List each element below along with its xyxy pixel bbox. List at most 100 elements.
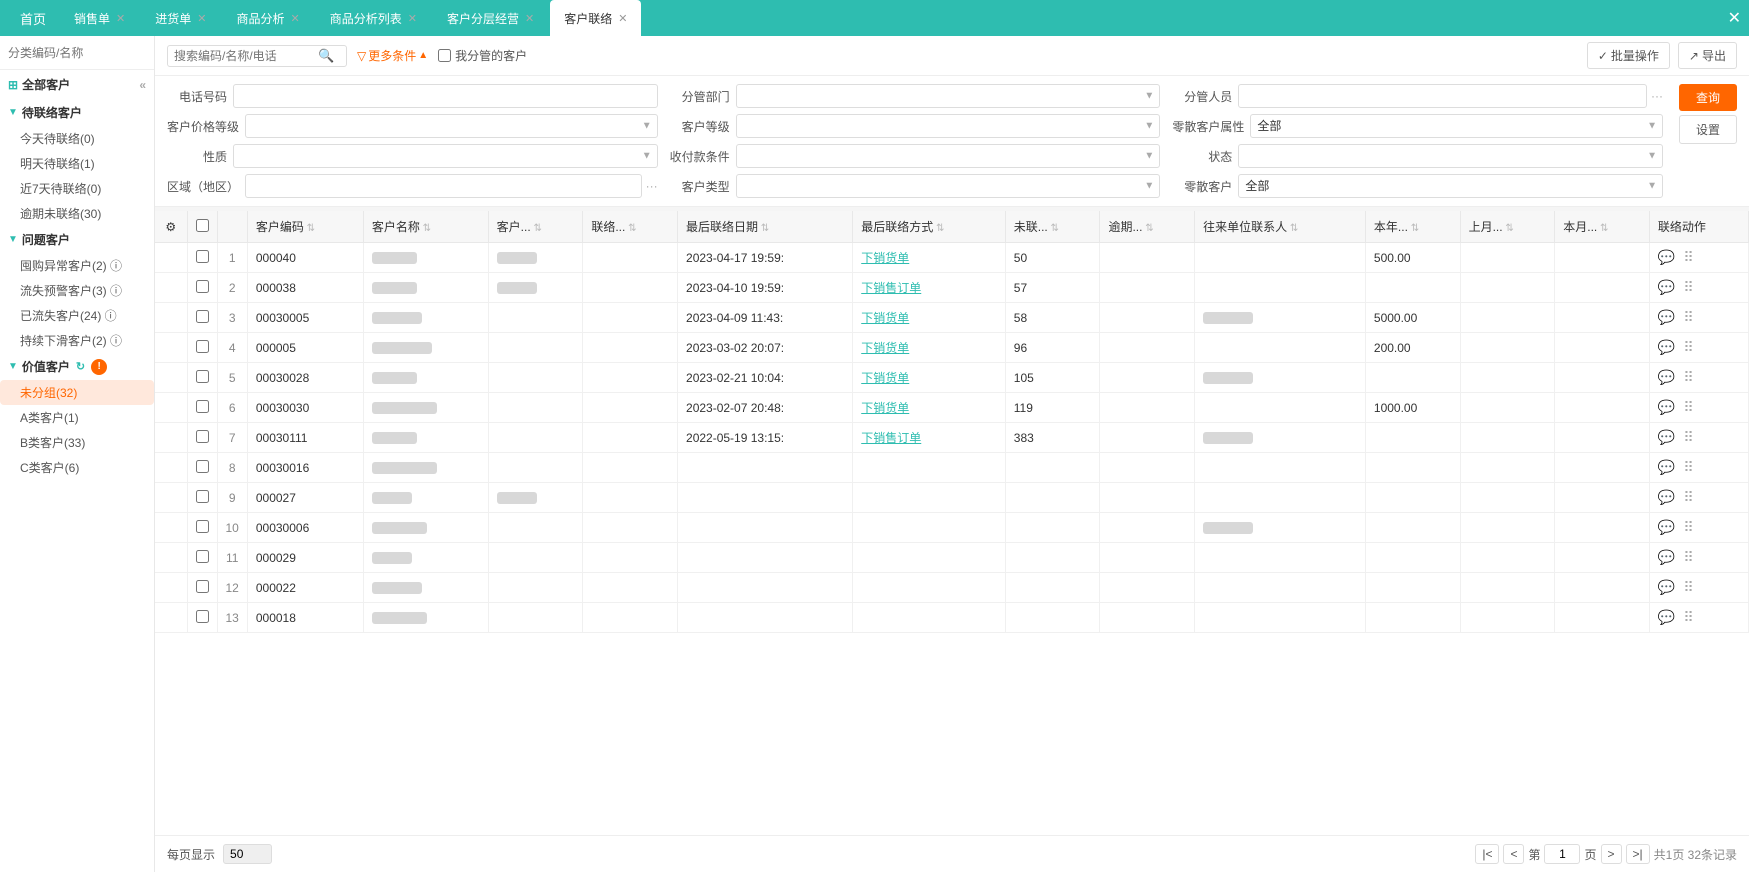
th-last-month[interactable]: 上月... [1460,211,1555,243]
close-sales-tab[interactable]: ✕ [116,12,125,25]
page-number-input[interactable] [1544,844,1580,864]
contact-method-link[interactable]: 下销货单 [861,341,909,355]
contact-method-link[interactable]: 下销售订单 [861,281,921,295]
th-type[interactable]: 客户... [488,211,583,243]
more-action-icon[interactable]: ⠿ [1683,429,1693,446]
row-checkbox[interactable] [196,580,209,593]
th-last-contact-method[interactable]: 最后联络方式 [853,211,1006,243]
more-action-icon[interactable]: ⠿ [1683,519,1693,536]
sidebar-item-churn-warning[interactable]: 流失预警客户(3) ⓘ [0,278,154,303]
query-btn[interactable]: 查询 [1679,84,1737,111]
th-last-contact-date[interactable]: 最后联络日期 [678,211,853,243]
phone-action-icon[interactable]: 💬 [1658,249,1675,266]
per-page-select[interactable]: 10 20 50 100 [223,844,272,864]
sidebar-item-overdue[interactable]: 逾期未联络(30) [0,201,154,226]
sidebar-item-7days[interactable]: 近7天待联络(0) [0,176,154,201]
more-conditions-btn[interactable]: ▽ 更多条件 ▲ [357,47,428,64]
more-action-icon[interactable]: ⠿ [1683,309,1693,326]
more-action-icon[interactable]: ⠿ [1683,399,1693,416]
phone-action-icon[interactable]: 💬 [1658,399,1675,416]
retail-cust-select[interactable]: 全部 [1238,174,1663,198]
person-ellipsis[interactable]: ··· [1651,89,1663,103]
th-no-contact[interactable]: 未联... [1005,211,1100,243]
close-analysis-tab[interactable]: ✕ [291,12,300,25]
phone-action-icon[interactable]: 💬 [1658,279,1675,296]
sidebar-item-declining[interactable]: 持续下滑客户(2) ⓘ [0,328,154,353]
tab-customer-contact[interactable]: 客户联络 ✕ [550,0,641,36]
select-all-checkbox[interactable] [196,219,209,232]
sidebar-collapse-btn[interactable]: « [139,78,146,92]
person-input[interactable] [1238,84,1647,108]
more-action-icon[interactable]: ⠿ [1683,489,1693,506]
payment-select[interactable] [736,144,1161,168]
th-code[interactable]: 客户编码 [247,211,363,243]
region-ellipsis[interactable]: ··· [646,179,658,193]
more-action-icon[interactable]: ⠿ [1683,459,1693,476]
row-checkbox[interactable] [196,250,209,263]
nature-select[interactable] [233,144,658,168]
tab-purchase[interactable]: 进货单 ✕ [141,0,220,36]
phone-action-icon[interactable]: 💬 [1658,339,1675,356]
sidebar-item-class-a[interactable]: A类客户(1) [0,405,154,430]
price-grade-select[interactable] [245,114,658,138]
row-checkbox[interactable] [196,340,209,353]
cust-grade-select[interactable] [736,114,1161,138]
phone-action-icon[interactable]: 💬 [1658,609,1675,626]
contact-method-link[interactable]: 下销售订单 [861,431,921,445]
phone-action-icon[interactable]: 💬 [1658,369,1675,386]
sidebar-item-unclassified[interactable]: 未分组(32) [0,380,154,405]
row-checkbox[interactable] [196,460,209,473]
phone-input[interactable] [233,84,658,108]
group-pending-contact[interactable]: ▼ 待联络客户 [0,99,154,126]
more-action-icon[interactable]: ⠿ [1683,609,1693,626]
phone-action-icon[interactable]: 💬 [1658,309,1675,326]
my-customers-check[interactable] [438,49,451,62]
tab-analysis-list[interactable]: 商品分析列表 ✕ [316,0,431,36]
phone-action-icon[interactable]: 💬 [1658,459,1675,476]
refresh-icon[interactable]: ↻ [76,360,85,373]
phone-action-icon[interactable]: 💬 [1658,579,1675,596]
row-checkbox[interactable] [196,400,209,413]
more-action-icon[interactable]: ⠿ [1683,579,1693,596]
row-checkbox[interactable] [196,490,209,503]
more-action-icon[interactable]: ⠿ [1683,249,1693,266]
prev-page-btn[interactable]: < [1503,844,1524,864]
next-page-btn[interactable]: > [1601,844,1622,864]
phone-action-icon[interactable]: 💬 [1658,489,1675,506]
contact-method-link[interactable]: 下销货单 [861,251,909,265]
window-close-btn[interactable]: ✕ [1728,8,1741,28]
more-action-icon[interactable]: ⠿ [1683,279,1693,296]
reset-btn[interactable]: 设置 [1679,115,1737,144]
sidebar-item-class-c[interactable]: C类客户(6) [0,455,154,480]
group-value-customers[interactable]: ▼ 价值客户 ↻ ! [0,353,154,380]
tab-customer-tier[interactable]: 客户分层经营 ✕ [433,0,548,36]
th-contact-person[interactable]: 往来单位联系人 [1195,211,1366,243]
row-checkbox[interactable] [196,610,209,623]
row-checkbox[interactable] [196,310,209,323]
close-purchase-tab[interactable]: ✕ [197,12,206,25]
row-checkbox[interactable] [196,520,209,533]
more-action-icon[interactable]: ⠿ [1683,549,1693,566]
dept-select[interactable] [736,84,1161,108]
sidebar-search-input[interactable] [8,46,155,60]
tab-analysis[interactable]: 商品分析 ✕ [222,0,313,36]
row-checkbox[interactable] [196,430,209,443]
th-contact[interactable]: 联络... [583,211,678,243]
sidebar-item-tomorrow[interactable]: 明天待联络(1) [0,151,154,176]
status-select[interactable] [1238,144,1663,168]
th-this-month[interactable]: 本月... [1555,211,1650,243]
row-checkbox[interactable] [196,280,209,293]
contact-method-link[interactable]: 下销货单 [861,371,909,385]
filter-search-input[interactable] [174,49,314,63]
retail-attr-select[interactable]: 全部 [1250,114,1663,138]
tab-sales[interactable]: 销售单 ✕ [60,0,139,36]
sidebar-item-churned[interactable]: 已流失客户(24) ⓘ [0,303,154,328]
batch-ops-btn[interactable]: ✓ 批量操作 [1587,42,1670,69]
contact-method-link[interactable]: 下销货单 [861,401,909,415]
export-btn[interactable]: ↗ 导出 [1678,42,1737,69]
close-contact-tab[interactable]: ✕ [618,12,627,25]
first-page-btn[interactable]: |< [1475,844,1499,864]
filter-search-icon[interactable]: 🔍 [318,48,334,64]
group-problem-customers[interactable]: ▼ 问题客户 [0,226,154,253]
row-checkbox[interactable] [196,370,209,383]
